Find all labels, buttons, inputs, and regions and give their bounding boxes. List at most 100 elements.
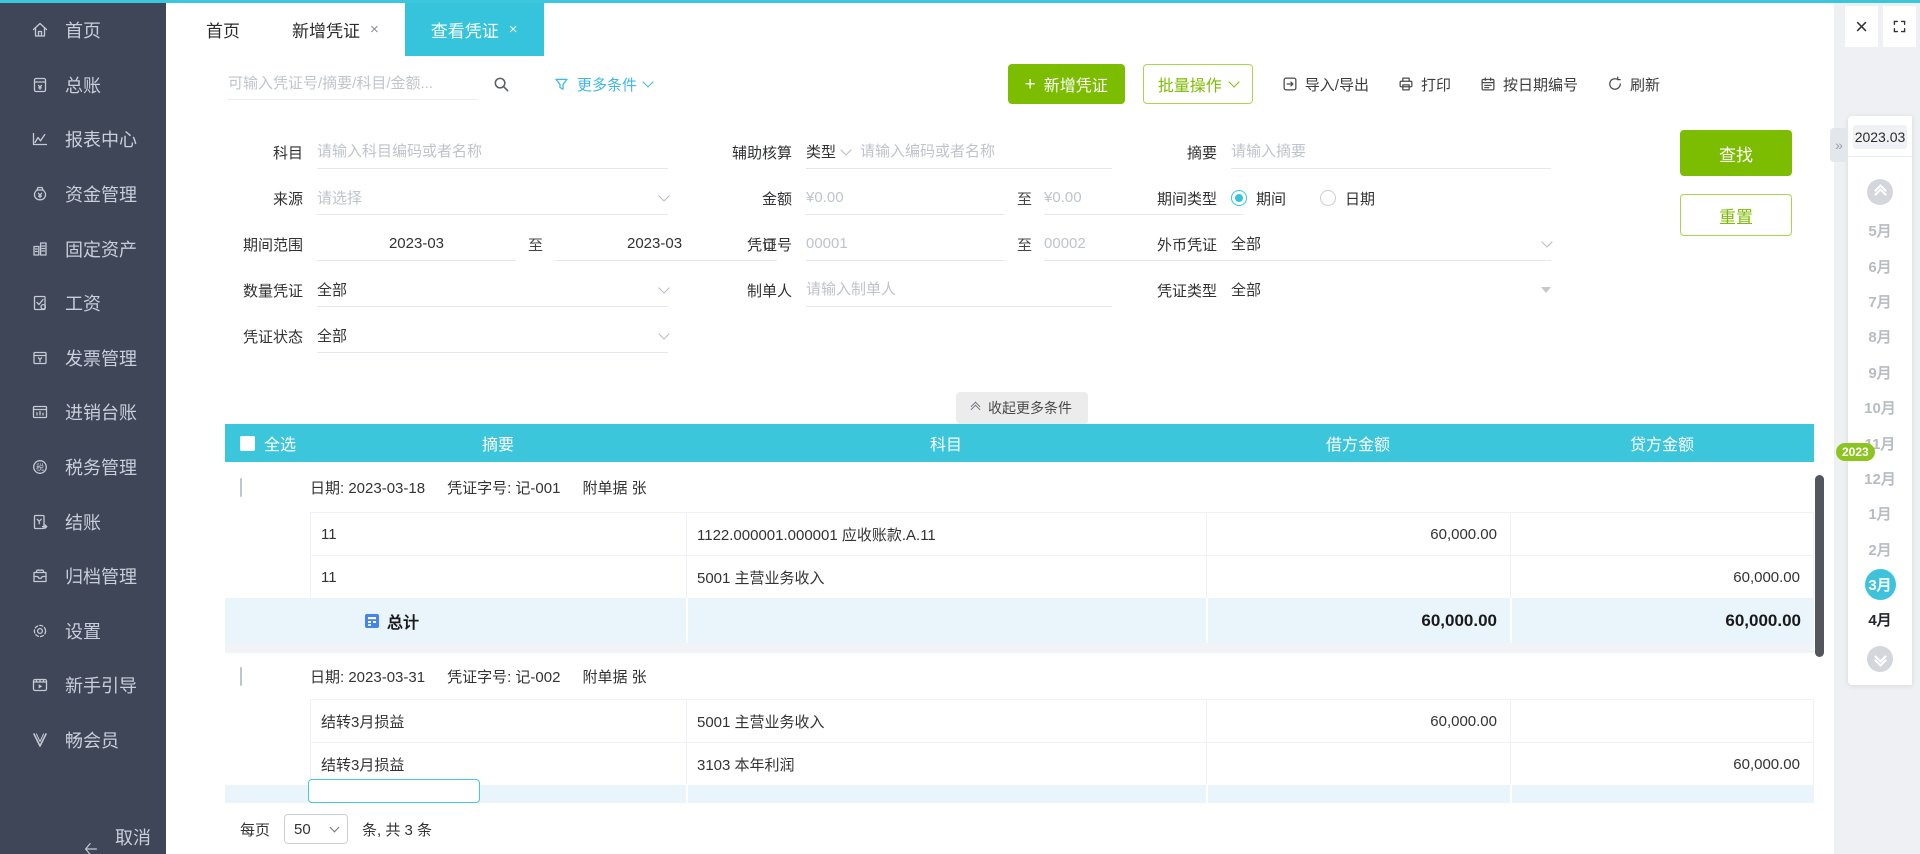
month-item[interactable]: 6月 [1848, 248, 1912, 283]
voucher-status-select[interactable]: 全部 [317, 319, 670, 353]
radio-unselected-icon[interactable] [1320, 190, 1337, 206]
table-header-row: 全选 摘要 科目 借方金额 贷方金额 [225, 424, 1814, 462]
voucher-table: 全选 摘要 科目 借方金额 贷方金额 日期: 2023-03-18 凭证字号: … [225, 424, 1814, 803]
voucher-group-header[interactable]: 日期: 2023-03-18 凭证字号: 记-001 附单据 张 [225, 462, 1814, 512]
aux-accounting-input[interactable] [860, 134, 1112, 169]
voucher-group-header[interactable]: 日期: 2023-03-31 凭证字号: 记-002 附单据 张 [225, 653, 1814, 699]
reset-button[interactable]: 重置 [1680, 194, 1792, 236]
month-item[interactable]: 7月 [1848, 284, 1912, 319]
radio-selected-icon[interactable] [1231, 190, 1247, 206]
aux-type-select[interactable]: 类型 [806, 141, 852, 162]
refresh-button[interactable]: 刷新 [1606, 74, 1660, 95]
import-export-icon [1283, 77, 1297, 91]
invoice-icon [30, 348, 50, 368]
sidebar-item-fixed-assets[interactable]: 固定资产 [0, 221, 166, 276]
fullscreen-button[interactable] [1883, 6, 1916, 47]
entry-debit: 60,000.00 [1206, 513, 1510, 555]
foreign-currency-label: 外币凭证 [1156, 236, 1217, 254]
sidebar-item-archive[interactable]: 归档管理 [0, 549, 166, 604]
sidebar-item-settings[interactable]: 设置 [0, 604, 166, 659]
sidebar-item-purchase-sales-ledger[interactable]: 进销台账 [0, 385, 166, 440]
fixed-assets-icon [30, 239, 50, 259]
month-item[interactable]: 10月 [1848, 390, 1912, 425]
find-button[interactable]: 查找 [1680, 130, 1792, 176]
voucher-status-label: 凭证状态 [242, 328, 303, 346]
row-checkbox[interactable] [240, 666, 242, 686]
sidebar-item-label: 固定资产 [65, 239, 137, 260]
subject-input[interactable] [317, 135, 668, 169]
voucher-entry-row[interactable]: 11 1122.000001.000001 应收账款.A.11 60,000.0… [310, 512, 1814, 555]
tab-close-icon[interactable]: × [370, 21, 379, 38]
quantity-voucher-select[interactable]: 全部 [317, 273, 670, 307]
sidebar-item-general-ledger[interactable]: 总账 [0, 58, 166, 113]
month-item[interactable]: 2月 [1848, 532, 1912, 567]
collapse-filters-label: 收起更多条件 [988, 400, 1072, 416]
sidebar-item-beginner-guide[interactable]: 新手引导 [0, 658, 166, 713]
rail-collapse-button[interactable]: » [1830, 128, 1848, 162]
tab-label: 新增凭证 [292, 22, 360, 41]
sidebar-item-invoice[interactable]: 发票管理 [0, 331, 166, 386]
voucher-no-from-input[interactable] [806, 226, 1005, 261]
add-voucher-button[interactable]: + 新增凭证 [1007, 64, 1125, 104]
window-close-button[interactable]: × [1845, 6, 1878, 47]
tab-close-icon[interactable]: × [509, 21, 518, 38]
voucher-entry-row[interactable]: 结转3月损益 3103 本年利润 60,000.00 [310, 742, 1814, 785]
voucher-entry-row[interactable]: 11 5001 主营业务收入 60,000.00 [310, 555, 1814, 598]
month-item-active[interactable]: 3月 [1848, 567, 1912, 602]
more-filters-label: 更多条件 [577, 76, 638, 94]
voucher-total-row: 总计 60,000.00 60,000.00 [225, 598, 1814, 643]
table-body: 日期: 2023-03-18 凭证字号: 记-001 附单据 张 11 1122… [225, 462, 1814, 803]
table-scrollbar-thumb[interactable] [1815, 475, 1824, 657]
filter-panel: 科目 来源 请选择 期间范围 至 [166, 109, 1834, 395]
tab-view-voucher[interactable]: 查看凭证 × [404, 3, 544, 56]
total-count-label: 条, 共 3 条 [362, 821, 433, 839]
batch-operations-button[interactable]: 批量操作 [1142, 64, 1253, 104]
print-button[interactable]: 打印 [1397, 74, 1451, 95]
filter-funnel-icon [555, 78, 568, 90]
rail-scroll-up-button[interactable] [1867, 179, 1893, 205]
sidebar-item-salary[interactable]: 工资 [0, 276, 166, 331]
entry-account: 5001 主营业务收入 [686, 556, 1206, 598]
summary-input[interactable] [1231, 135, 1551, 169]
entry-summary: 结转3月损益 [310, 700, 686, 742]
sidebar-item-label: 报表中心 [65, 130, 137, 151]
sidebar-item-funds[interactable]: 资金管理 [0, 167, 166, 222]
voucher-entry-row[interactable]: 结转3月损益 5001 主营业务收入 60,000.00 [310, 699, 1814, 742]
foreign-currency-select[interactable]: 全部 [1231, 227, 1553, 261]
voucher-type-select[interactable]: 全部 [1231, 273, 1551, 307]
voucher-date: 日期: 2023-03-18 [310, 479, 426, 497]
printer-icon [1399, 77, 1413, 91]
month-item[interactable]: 5月 [1848, 213, 1912, 248]
month-item[interactable]: 12月 [1848, 461, 1912, 496]
sidebar-item-closing[interactable]: 结账 [0, 494, 166, 549]
tab-home[interactable]: 首页 [180, 3, 266, 56]
radio-option-date[interactable]: 日期 [1320, 188, 1375, 209]
tab-new-voucher[interactable]: 新增凭证 × [266, 3, 405, 56]
radio-option-period[interactable]: 期间 [1231, 188, 1286, 209]
month-item[interactable]: 9月 [1848, 355, 1912, 390]
import-export-button[interactable]: 导入/导出 [1281, 74, 1369, 95]
sidebar-item-home[interactable]: 首页 [0, 3, 166, 58]
sidebar-item-member[interactable]: 畅会员 [0, 713, 166, 768]
month-item-current[interactable]: 4月 [1848, 602, 1912, 637]
month-item[interactable]: 1月 [1848, 496, 1912, 531]
search-icon[interactable] [492, 75, 511, 94]
search-input[interactable] [228, 68, 478, 100]
clipped-summary-dropdown[interactable] [308, 779, 480, 803]
filter-aux-accounting: 辅助核算 类型 [714, 129, 1112, 175]
more-filters-link[interactable]: 更多条件 [553, 74, 654, 95]
collapse-filters-button[interactable]: 收起更多条件 [956, 392, 1088, 424]
source-select[interactable]: 请选择 [317, 181, 670, 215]
number-by-date-button[interactable]: 按日期编号 [1479, 74, 1578, 95]
month-item[interactable]: 8月 [1848, 319, 1912, 354]
sidebar-item-report-center[interactable]: 报表中心 [0, 112, 166, 167]
sidebar-item-unpin[interactable]: 取消固定 [52, 828, 166, 854]
sidebar-item-tax[interactable]: 税 税务管理 [0, 440, 166, 495]
per-page-select[interactable]: 50 [284, 814, 349, 844]
amount-from-input[interactable] [806, 180, 1005, 215]
row-checkbox[interactable] [240, 477, 242, 497]
preparer-input[interactable] [806, 273, 1112, 307]
rail-scroll-down-button[interactable] [1867, 645, 1893, 672]
period-from-input[interactable] [317, 226, 516, 261]
select-all-checkbox[interactable] [240, 435, 255, 451]
